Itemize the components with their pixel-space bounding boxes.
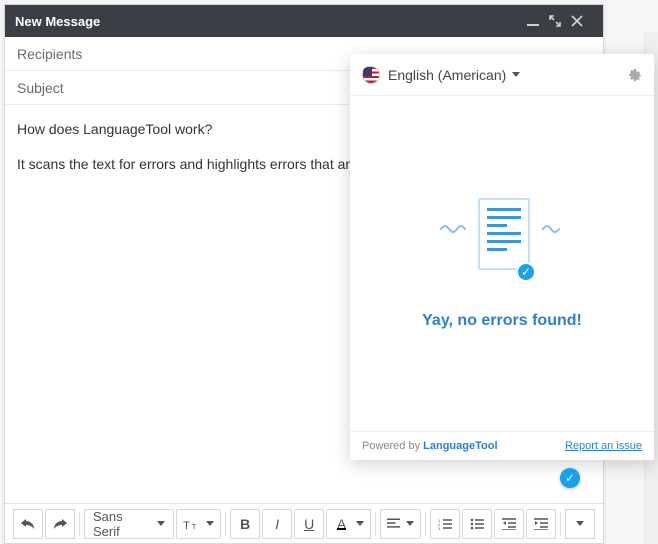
document-ok-illustration: ✓ <box>448 198 556 288</box>
check-icon: ✓ <box>565 471 575 485</box>
lt-footer: Powered by LanguageTool Report an issue <box>350 431 654 460</box>
close-icon[interactable] <box>571 15 593 27</box>
lt-report-issue-link[interactable]: Report an issue <box>565 440 642 452</box>
separator <box>375 512 376 536</box>
compose-titlebar[interactable]: New Message <box>5 5 603 37</box>
numbered-list-button[interactable]: 123 <box>430 509 460 539</box>
lt-brand-link[interactable]: LanguageTool <box>423 440 497 452</box>
text-color-icon: A <box>333 516 350 532</box>
lt-body: ✓ Yay, no errors found! <box>350 96 654 431</box>
font-family-select[interactable]: Sans Serif <box>84 509 174 539</box>
languagetool-badge[interactable]: ✓ <box>560 468 580 488</box>
more-formatting-button[interactable] <box>565 509 595 539</box>
separator <box>560 512 561 536</box>
format-toolbar: Sans Serif TT B I U A 123 <box>5 503 603 543</box>
font-size-select[interactable]: TT <box>176 509 221 539</box>
chevron-down-icon <box>406 521 414 526</box>
lt-powered-by: Powered by <box>362 440 420 452</box>
lt-no-errors-text: Yay, no errors found! <box>422 312 582 330</box>
lt-header: English (American) <box>350 54 654 96</box>
redo-button[interactable] <box>45 509 75 539</box>
svg-text:3: 3 <box>438 526 441 530</box>
chevron-down-icon <box>576 521 584 526</box>
chevron-down-icon <box>356 521 364 526</box>
gear-icon[interactable] <box>626 67 642 83</box>
bold-button[interactable]: B <box>230 509 260 539</box>
check-icon: ✓ <box>516 262 536 282</box>
italic-button[interactable]: I <box>262 509 292 539</box>
compose-title: New Message <box>15 14 100 29</box>
underline-button[interactable]: U <box>294 509 324 539</box>
chevron-down-icon <box>157 521 165 526</box>
indent-button[interactable] <box>526 509 556 539</box>
chevron-down-icon[interactable] <box>512 72 520 77</box>
align-button[interactable] <box>380 509 421 539</box>
languagetool-popover: English (American) ✓ Yay, no errors foun… <box>350 54 654 460</box>
minimize-icon[interactable] <box>527 15 549 27</box>
text-color-button[interactable]: A <box>326 509 371 539</box>
align-left-icon <box>387 518 400 530</box>
lt-language-select[interactable]: English (American) <box>388 67 506 83</box>
flag-us-icon <box>362 66 380 84</box>
font-label: Sans Serif <box>93 509 151 539</box>
separator <box>225 512 226 536</box>
outdent-button[interactable] <box>494 509 524 539</box>
bulleted-list-button[interactable] <box>462 509 492 539</box>
recipients-placeholder: Recipients <box>17 46 82 62</box>
subject-placeholder: Subject <box>17 80 64 96</box>
expand-icon[interactable] <box>549 15 571 27</box>
svg-text:T: T <box>183 519 190 530</box>
chevron-down-icon <box>206 521 214 526</box>
svg-text:T: T <box>192 521 197 530</box>
text-size-icon: TT <box>183 517 200 531</box>
separator <box>79 512 80 536</box>
undo-button[interactable] <box>13 509 43 539</box>
separator <box>425 512 426 536</box>
